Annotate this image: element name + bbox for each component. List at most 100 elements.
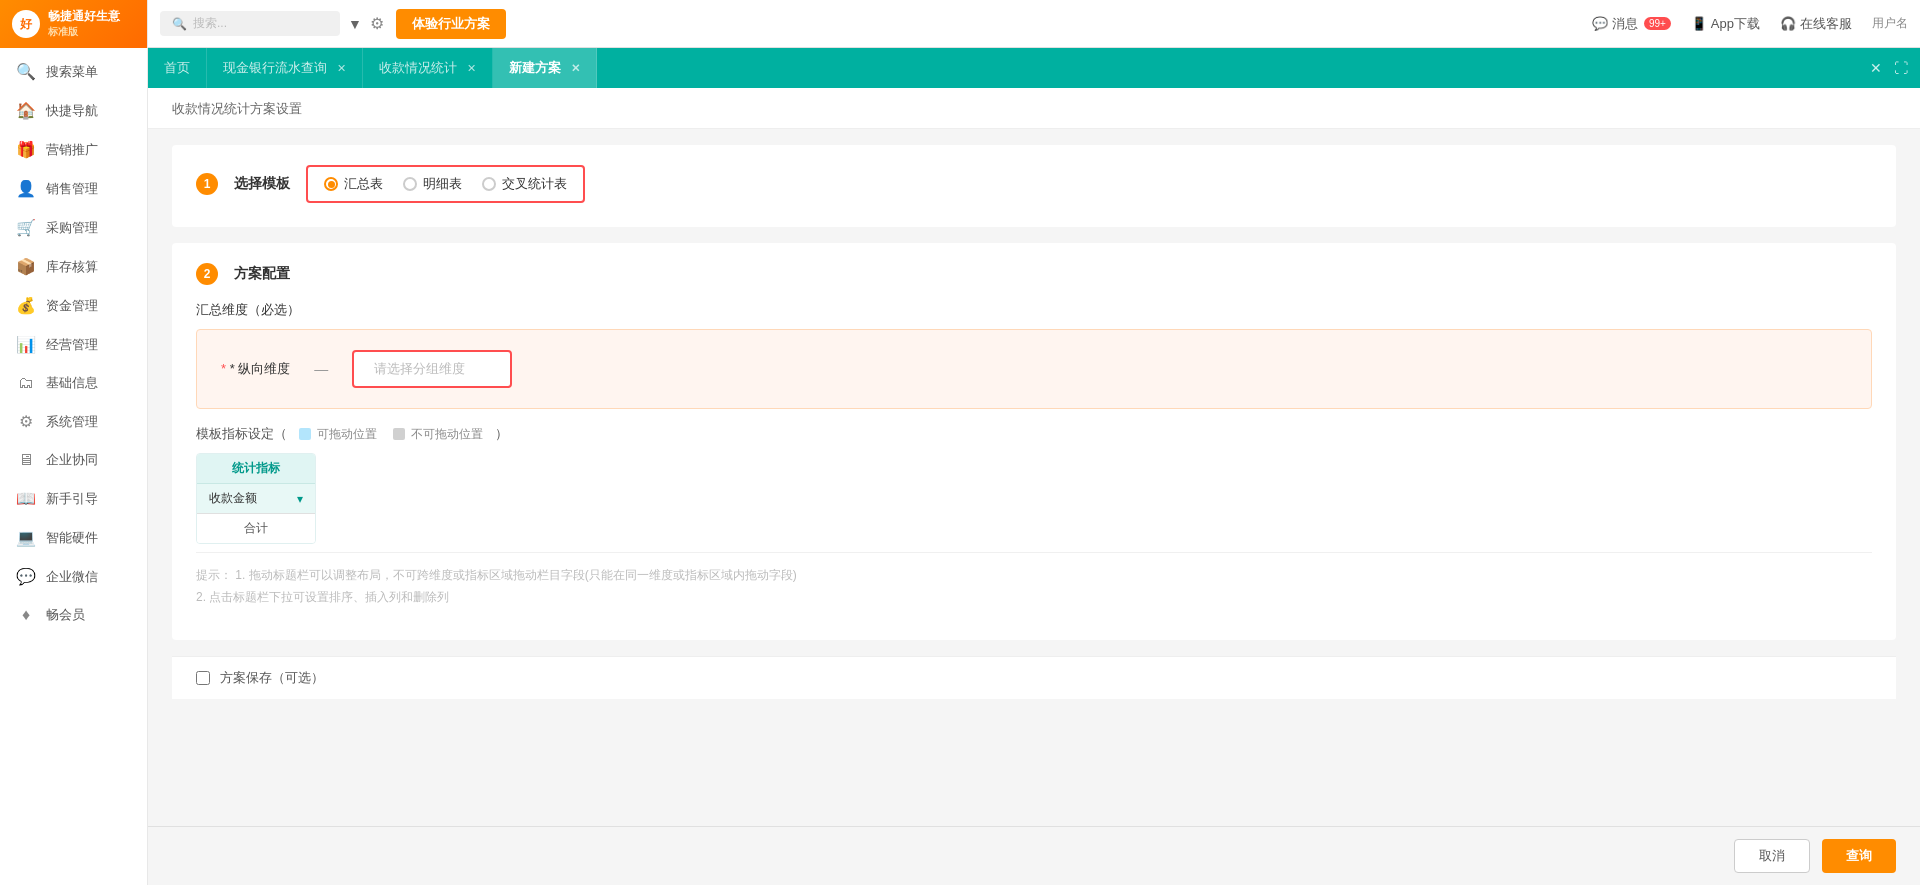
download-icon: 📱 <box>1691 16 1707 31</box>
metrics-table-row-amount[interactable]: 收款金额 ▾ <box>197 483 315 513</box>
dimension-area: * * 纵向维度 — 请选择分组维度 <box>196 329 1872 409</box>
content-body: 1 选择模板 汇总表 明细表 交叉统计表 <box>148 129 1920 826</box>
close-window-icon[interactable]: ✕ <box>1870 60 1882 76</box>
metrics-dropdown-icon[interactable]: ▾ <box>297 492 303 506</box>
sidebar-item-ops[interactable]: 📊 经营管理 <box>0 325 147 364</box>
tab-bank-close-icon[interactable]: ✕ <box>337 62 346 75</box>
header-actions: 💬 消息 99+ 📱 App下载 🎧 在线客服 用户名 <box>1592 15 1908 33</box>
cart-icon: 🛒 <box>16 218 36 237</box>
radio-cross[interactable]: 交叉统计表 <box>482 175 567 193</box>
chat-icon: 💬 <box>16 567 36 586</box>
tab-new-plan-label: 新建方案 <box>509 59 561 77</box>
sidebar-logo: 好 畅捷通好生意 标准版 <box>0 0 147 48</box>
sidebar-item-guide[interactable]: 📖 新手引导 <box>0 479 147 518</box>
metrics-legend: 可拖动位置 不可拖动位置 <box>299 426 483 443</box>
box-icon: 📦 <box>16 257 36 276</box>
tab-receipts-close-icon[interactable]: ✕ <box>467 62 476 75</box>
metrics-subtotal-row: 合计 <box>197 513 315 543</box>
money-icon: 💰 <box>16 296 36 315</box>
header-dropdown-button[interactable]: ▼ <box>348 16 362 32</box>
query-button[interactable]: 查询 <box>1822 839 1896 873</box>
tab-bar-end: ✕ ⛶ <box>1858 48 1920 88</box>
main-area: 🔍 搜索... ▼ ⚙ 体验行业方案 💬 消息 99+ 📱 App下载 🎧 在线… <box>148 0 1920 885</box>
save-label: 方案保存（可选） <box>220 669 324 687</box>
save-checkbox[interactable] <box>196 671 210 685</box>
hint-text-1: 提示： 1. 拖动标题栏可以调整布局，不可跨维度或指标区域拖动栏目字段(只能在同… <box>196 565 1872 587</box>
sidebar-item-label: 搜索菜单 <box>46 63 98 81</box>
dimension-arrow: — <box>314 361 328 377</box>
legend-fixed: 不可拖动位置 <box>393 426 483 443</box>
maximize-window-icon[interactable]: ⛶ <box>1894 60 1908 76</box>
metrics-title-text: 模板指标设定（ <box>196 425 287 443</box>
step1-label: 选择模板 <box>234 175 290 193</box>
tab-bank[interactable]: 现金银行流水查询 ✕ <box>207 48 363 88</box>
gear-icon: ⚙ <box>16 412 36 431</box>
sidebar-item-hardware[interactable]: 💻 智能硬件 <box>0 518 147 557</box>
radio-cross-circle <box>482 177 496 191</box>
message-icon: 💬 <box>1592 16 1608 31</box>
user-name[interactable]: 用户名 <box>1872 15 1908 32</box>
radio-detail-circle <box>403 177 417 191</box>
dimension-selector[interactable]: 请选择分组维度 <box>352 350 512 388</box>
home-icon: 🏠 <box>16 101 36 120</box>
logo-text: 畅捷通好生意 <box>48 9 120 25</box>
sidebar-item-wechat[interactable]: 💬 企业微信 <box>0 557 147 596</box>
sidebar-nav: 🔍 搜索菜单 🏠 快捷导航 🎁 营销推广 👤 销售管理 🛒 采购管理 📦 库存核… <box>0 48 147 885</box>
metrics-close-paren: ） <box>495 425 508 443</box>
online-service-label: 在线客服 <box>1800 15 1852 33</box>
sidebar-item-member[interactable]: ♦ 畅会员 <box>0 596 147 634</box>
radio-summary-circle <box>324 177 338 191</box>
sidebar-item-label: 采购管理 <box>46 219 98 237</box>
sidebar-item-system[interactable]: ⚙ 系统管理 <box>0 402 147 441</box>
tab-new-plan[interactable]: 新建方案 ✕ <box>493 48 597 88</box>
radio-detail-label: 明细表 <box>423 175 462 193</box>
sidebar-item-base[interactable]: 🗂 基础信息 <box>0 364 147 402</box>
sidebar-item-label: 智能硬件 <box>46 529 98 547</box>
sidebar-item-search[interactable]: 🔍 搜索菜单 <box>0 52 147 91</box>
sidebar-item-purchase[interactable]: 🛒 采购管理 <box>0 208 147 247</box>
tab-home-label: 首页 <box>164 59 190 77</box>
settings-icon[interactable]: ⚙ <box>370 14 384 33</box>
sidebar-item-finance[interactable]: 💰 资金管理 <box>0 286 147 325</box>
fixed-dot <box>393 428 405 440</box>
sidebar-item-label: 企业协同 <box>46 451 98 469</box>
sidebar-item-inventory[interactable]: 📦 库存核算 <box>0 247 147 286</box>
step2-label: 方案配置 <box>234 265 290 283</box>
tab-receipts[interactable]: 收款情况统计 ✕ <box>363 48 493 88</box>
sidebar-item-marketing[interactable]: 🎁 营销推广 <box>0 130 147 169</box>
app-download-action[interactable]: 📱 App下载 <box>1691 15 1760 33</box>
breadcrumb: 收款情况统计方案设置 <box>172 101 302 116</box>
gift-icon: 🎁 <box>16 140 36 159</box>
header-search-bar[interactable]: 🔍 搜索... <box>160 11 340 36</box>
dimension-section-title: 汇总维度（必选） <box>196 301 1872 319</box>
tab-home[interactable]: 首页 <box>148 48 207 88</box>
search-icon: 🔍 <box>172 17 187 31</box>
message-action[interactable]: 💬 消息 99+ <box>1592 15 1671 33</box>
sidebar-item-label: 经营管理 <box>46 336 98 354</box>
sidebar-item-label: 销售管理 <box>46 180 98 198</box>
metrics-amount-tag: 收款金额 <box>209 490 257 507</box>
metrics-table: 统计指标 收款金额 ▾ 合计 <box>196 453 316 544</box>
sidebar-item-label: 新手引导 <box>46 490 98 508</box>
sidebar-item-label: 系统管理 <box>46 413 98 431</box>
sidebar-item-quicknav[interactable]: 🏠 快捷导航 <box>0 91 147 130</box>
diamond-icon: ♦ <box>16 606 36 624</box>
metrics-header: 模板指标设定（ 可拖动位置 不可拖动位置 ） <box>196 425 1872 443</box>
monitor-icon: 🖥 <box>16 451 36 469</box>
legend-movable: 可拖动位置 <box>299 426 377 443</box>
tab-new-plan-close-icon[interactable]: ✕ <box>571 62 580 75</box>
radio-cross-label: 交叉统计表 <box>502 175 567 193</box>
radio-summary[interactable]: 汇总表 <box>324 175 383 193</box>
sidebar-item-sales[interactable]: 👤 销售管理 <box>0 169 147 208</box>
sidebar-item-label: 企业微信 <box>46 568 98 586</box>
cancel-button[interactable]: 取消 <box>1734 839 1810 873</box>
trial-industry-button[interactable]: 体验行业方案 <box>396 9 506 39</box>
movable-label: 可拖动位置 <box>317 426 377 443</box>
online-service-action[interactable]: 🎧 在线客服 <box>1780 15 1852 33</box>
sidebar-item-corp[interactable]: 🖥 企业协同 <box>0 441 147 479</box>
radio-detail[interactable]: 明细表 <box>403 175 462 193</box>
page-content: 收款情况统计方案设置 1 选择模板 汇总表 明细表 <box>148 88 1920 885</box>
content-header: 收款情况统计方案设置 <box>148 88 1920 129</box>
radio-summary-label: 汇总表 <box>344 175 383 193</box>
logo-icon: 好 <box>12 10 40 38</box>
